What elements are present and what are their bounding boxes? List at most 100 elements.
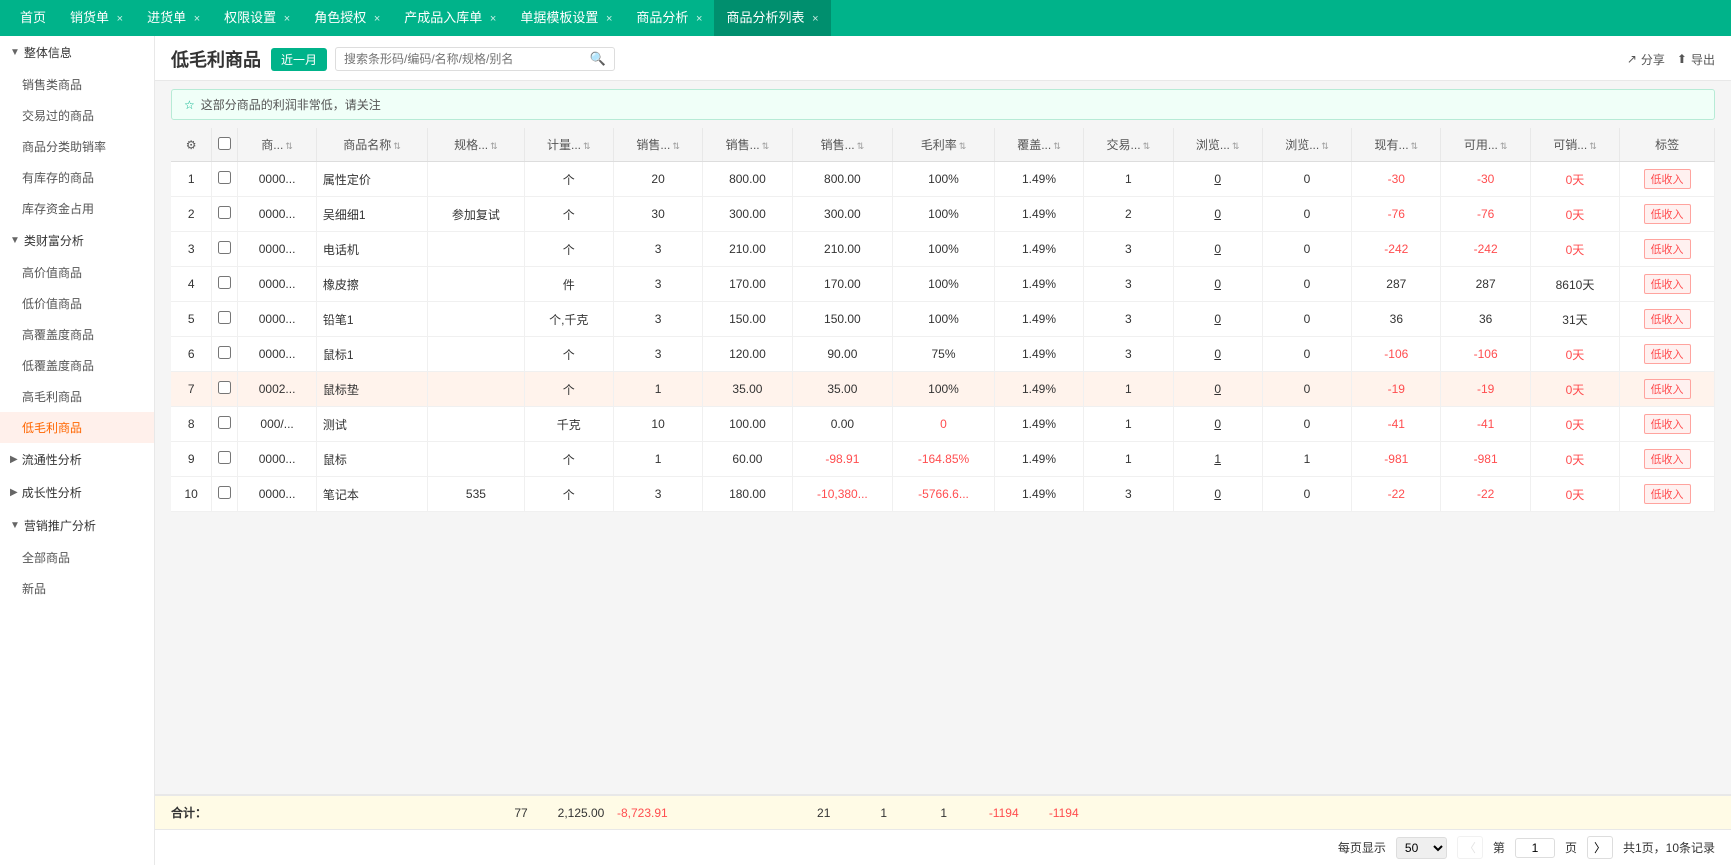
- close-purchase-icon[interactable]: ×: [194, 13, 200, 25]
- col-name-header[interactable]: 商品名称⇅: [316, 128, 427, 162]
- nav-item-analysis[interactable]: 商品分析 ×: [624, 0, 714, 36]
- filter-recent-month-button[interactable]: 近一月: [271, 48, 327, 71]
- sidebar-item-new-goods[interactable]: 新品: [0, 573, 154, 604]
- col-view2-header[interactable]: 浏览...⇅: [1262, 128, 1351, 162]
- row-checkbox[interactable]: [218, 206, 231, 219]
- cell-checkbox[interactable]: [212, 442, 238, 477]
- view1-link[interactable]: 0: [1214, 417, 1221, 431]
- col-spec-header[interactable]: 规格...⇅: [428, 128, 524, 162]
- sidebar-item-sales-goods[interactable]: 销售类商品: [0, 69, 154, 100]
- close-template-icon[interactable]: ×: [606, 13, 612, 25]
- col-sellable-header[interactable]: 可销...⇅: [1530, 128, 1619, 162]
- cell-name[interactable]: 橡皮擦: [316, 267, 427, 302]
- cell-view1[interactable]: 0: [1173, 162, 1262, 197]
- col-view1-header[interactable]: 浏览...⇅: [1173, 128, 1262, 162]
- sidebar-group-overall[interactable]: ▼ 整体信息: [0, 36, 154, 69]
- cell-checkbox[interactable]: [212, 477, 238, 512]
- sidebar-item-traded-goods[interactable]: 交易过的商品: [0, 100, 154, 131]
- close-sales-icon[interactable]: ×: [117, 13, 123, 25]
- row-checkbox[interactable]: [218, 311, 231, 324]
- sidebar-group-wealth[interactable]: ▼ 类财富分析: [0, 224, 154, 257]
- cell-checkbox[interactable]: [212, 197, 238, 232]
- col-available-header[interactable]: 可用...⇅: [1441, 128, 1530, 162]
- cell-view1[interactable]: 0: [1173, 337, 1262, 372]
- col-checkbox[interactable]: [212, 128, 238, 162]
- cell-view1[interactable]: 0: [1173, 232, 1262, 267]
- col-trade-header[interactable]: 交易...⇅: [1084, 128, 1173, 162]
- row-checkbox[interactable]: [218, 241, 231, 254]
- search-input[interactable]: [344, 52, 586, 66]
- col-sales1-header[interactable]: 销售...⇅: [613, 128, 702, 162]
- row-checkbox[interactable]: [218, 346, 231, 359]
- col-settings[interactable]: ⚙: [171, 128, 212, 162]
- sidebar-item-all-goods[interactable]: 全部商品: [0, 542, 154, 573]
- view1-link[interactable]: 0: [1214, 312, 1221, 326]
- sidebar-item-category-rate[interactable]: 商品分类助销率: [0, 131, 154, 162]
- view1-link[interactable]: 0: [1214, 172, 1221, 186]
- cell-view1[interactable]: 0: [1173, 267, 1262, 302]
- cell-checkbox[interactable]: [212, 267, 238, 302]
- sidebar-item-in-stock[interactable]: 有库存的商品: [0, 162, 154, 193]
- cell-name[interactable]: 鼠标: [316, 442, 427, 477]
- cell-name[interactable]: 属性定价: [316, 162, 427, 197]
- page-number-input[interactable]: [1515, 838, 1555, 858]
- nav-item-home[interactable]: 首页: [8, 0, 58, 36]
- sidebar-group-marketing[interactable]: ▼ 营销推广分析: [0, 509, 154, 542]
- col-coverage-header[interactable]: 覆盖...⇅: [994, 128, 1083, 162]
- cell-name[interactable]: 鼠标1: [316, 337, 427, 372]
- cell-view1[interactable]: 0: [1173, 197, 1262, 232]
- cell-name[interactable]: 吴细细1: [316, 197, 427, 232]
- export-button[interactable]: ⬆ 导出: [1677, 51, 1715, 68]
- cell-view1[interactable]: 1: [1173, 442, 1262, 477]
- view1-link[interactable]: 0: [1214, 242, 1221, 256]
- sidebar-group-circulation[interactable]: ▶ 流通性分析: [0, 443, 154, 476]
- share-button[interactable]: ↗ 分享: [1627, 51, 1665, 68]
- sidebar-item-high-coverage[interactable]: 高覆盖度商品: [0, 319, 154, 350]
- view1-link[interactable]: 0: [1214, 277, 1221, 291]
- cell-view1[interactable]: 0: [1173, 372, 1262, 407]
- view1-link[interactable]: 1: [1214, 452, 1221, 466]
- col-unit-header[interactable]: 计量...⇅: [524, 128, 613, 162]
- close-analysis-icon[interactable]: ×: [696, 13, 702, 25]
- row-checkbox[interactable]: [218, 276, 231, 289]
- row-checkbox[interactable]: [218, 381, 231, 394]
- view1-link[interactable]: 0: [1214, 487, 1221, 501]
- row-checkbox[interactable]: [218, 451, 231, 464]
- col-margin-header[interactable]: 毛利率⇅: [893, 128, 995, 162]
- select-all-checkbox[interactable]: [218, 137, 231, 150]
- nav-item-analysis-list[interactable]: 商品分析列表 ×: [714, 0, 830, 36]
- search-icon[interactable]: 🔍: [590, 51, 606, 67]
- cell-name[interactable]: 鼠标垫: [316, 372, 427, 407]
- prev-page-button[interactable]: 〈: [1457, 836, 1483, 859]
- cell-view1[interactable]: 0: [1173, 407, 1262, 442]
- close-roles-icon[interactable]: ×: [374, 13, 380, 25]
- cell-checkbox[interactable]: [212, 232, 238, 267]
- row-checkbox[interactable]: [218, 486, 231, 499]
- close-product-entry-icon[interactable]: ×: [490, 13, 496, 25]
- row-checkbox[interactable]: [218, 416, 231, 429]
- sidebar-item-stock-capital[interactable]: 库存资金占用: [0, 193, 154, 224]
- sidebar-item-high-value[interactable]: 高价值商品: [0, 257, 154, 288]
- close-analysis-list-icon[interactable]: ×: [812, 13, 818, 25]
- cell-view1[interactable]: 0: [1173, 302, 1262, 337]
- row-checkbox[interactable]: [218, 171, 231, 184]
- sidebar-item-low-value[interactable]: 低价值商品: [0, 288, 154, 319]
- nav-item-product-entry[interactable]: 产成品入库单 ×: [392, 0, 508, 36]
- view1-link[interactable]: 0: [1214, 382, 1221, 396]
- cell-checkbox[interactable]: [212, 407, 238, 442]
- nav-item-permissions[interactable]: 权限设置 ×: [212, 0, 302, 36]
- view1-link[interactable]: 0: [1214, 207, 1221, 221]
- nav-item-template[interactable]: 单据模板设置 ×: [508, 0, 624, 36]
- cell-name[interactable]: 电话机: [316, 232, 427, 267]
- close-permissions-icon[interactable]: ×: [284, 13, 290, 25]
- next-page-button[interactable]: 〉: [1587, 836, 1613, 859]
- sidebar-item-low-margin[interactable]: 低毛利商品: [0, 412, 154, 443]
- cell-view1[interactable]: 0: [1173, 477, 1262, 512]
- nav-item-purchase[interactable]: 进货单 ×: [135, 0, 212, 36]
- sidebar-item-low-coverage[interactable]: 低覆盖度商品: [0, 350, 154, 381]
- col-sales3-header[interactable]: 销售...⇅: [792, 128, 893, 162]
- cell-name[interactable]: 测试: [316, 407, 427, 442]
- col-code-header[interactable]: 商...⇅: [238, 128, 316, 162]
- cell-checkbox[interactable]: [212, 162, 238, 197]
- cell-checkbox[interactable]: [212, 302, 238, 337]
